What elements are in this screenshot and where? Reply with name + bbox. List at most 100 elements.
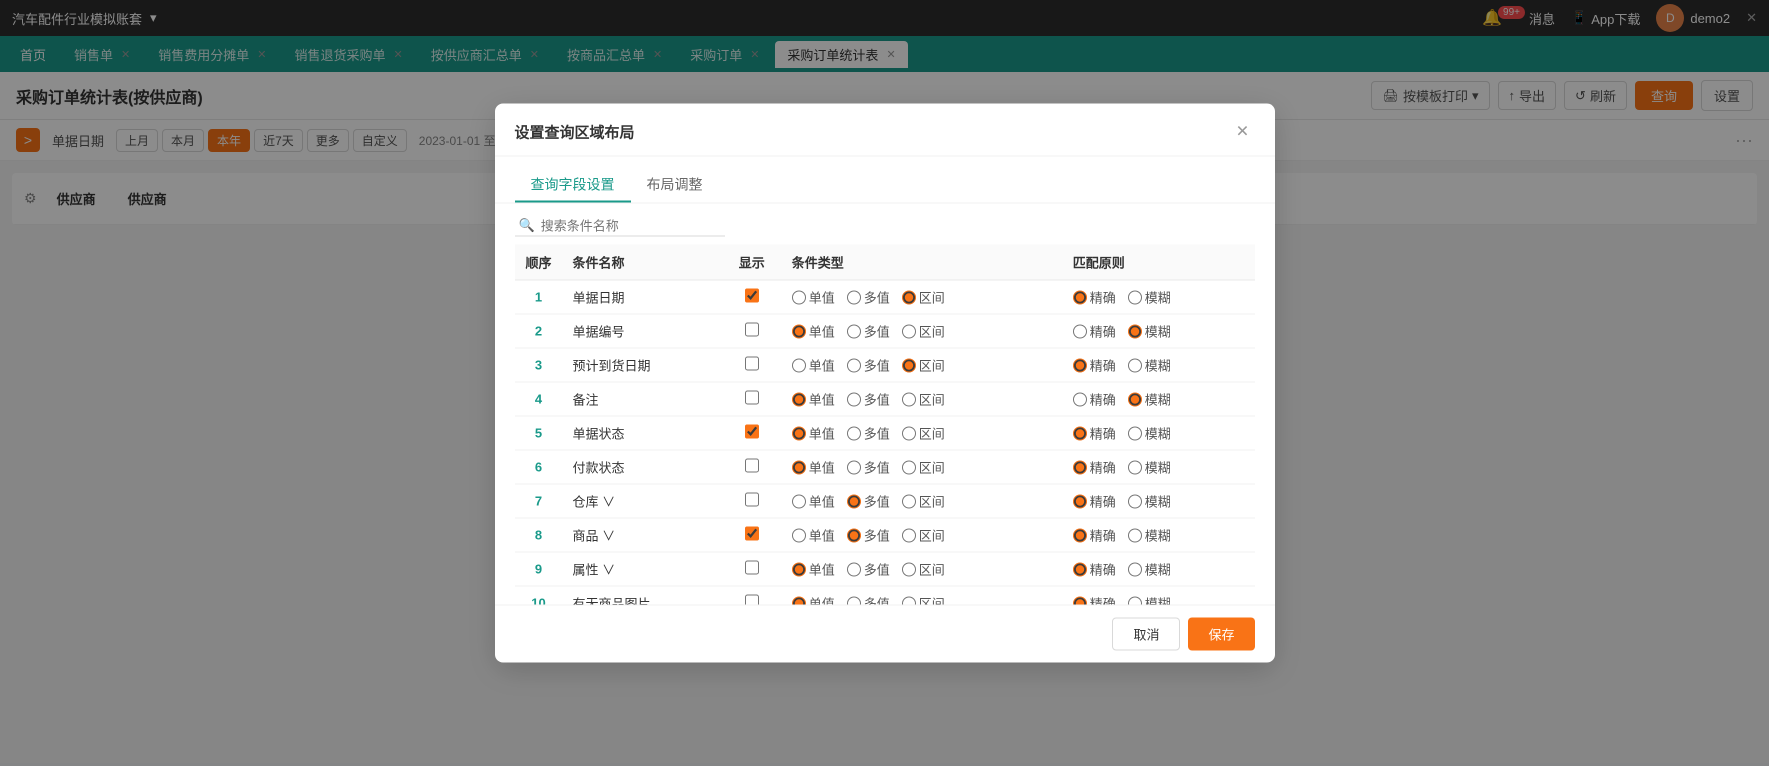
- row-name-1: 单据编号: [563, 314, 722, 348]
- row-check-9[interactable]: [722, 586, 782, 605]
- radio-type-多值-1[interactable]: 多值: [847, 322, 890, 341]
- table-row: 10有无商品图片单值多值区间精确模糊: [515, 586, 1255, 605]
- radio-type-区间-3[interactable]: 区间: [902, 390, 945, 409]
- radio-type-多值-2[interactable]: 多值: [847, 356, 890, 375]
- radio-type-区间-0[interactable]: 区间: [902, 288, 945, 307]
- row-checkbox-7[interactable]: [745, 527, 759, 541]
- row-name-3: 备注: [563, 382, 722, 416]
- radio-type-多值-7[interactable]: 多值: [847, 526, 890, 545]
- row-check-5[interactable]: [722, 450, 782, 484]
- row-check-7[interactable]: [722, 518, 782, 552]
- row-type-1: 单值多值区间: [782, 314, 1063, 348]
- row-check-8[interactable]: [722, 552, 782, 586]
- radio-type-区间-5[interactable]: 区间: [902, 458, 945, 477]
- save-label: 保存: [1208, 628, 1234, 643]
- search-input-wrapper: 🔍: [515, 216, 725, 237]
- modal-close-button[interactable]: ✕: [1231, 120, 1255, 144]
- radio-type-区间-9[interactable]: 区间: [902, 594, 945, 605]
- radio-match-模糊-3[interactable]: 模糊: [1128, 390, 1171, 409]
- table-row: 5单据状态单值多值区间精确模糊: [515, 416, 1255, 450]
- row-checkbox-4[interactable]: [745, 425, 759, 439]
- row-check-1[interactable]: [722, 314, 782, 348]
- row-name-5: 付款状态: [563, 450, 722, 484]
- radio-match-模糊-4[interactable]: 模糊: [1128, 424, 1171, 443]
- radio-type-单值-8[interactable]: 单值: [792, 560, 835, 579]
- radio-type-区间-7[interactable]: 区间: [902, 526, 945, 545]
- radio-type-区间-6[interactable]: 区间: [902, 492, 945, 511]
- radio-type-区间-8[interactable]: 区间: [902, 560, 945, 579]
- row-type-6: 单值多值区间: [782, 484, 1063, 518]
- radio-type-单值-1[interactable]: 单值: [792, 322, 835, 341]
- radio-match-精确-0[interactable]: 精确: [1073, 288, 1116, 307]
- radio-match-精确-2[interactable]: 精确: [1073, 356, 1116, 375]
- row-check-4[interactable]: [722, 416, 782, 450]
- row-check-6[interactable]: [722, 484, 782, 518]
- radio-match-精确-3[interactable]: 精确: [1073, 390, 1116, 409]
- radio-match-模糊-9[interactable]: 模糊: [1128, 594, 1171, 605]
- radio-type-单值-7[interactable]: 单值: [792, 526, 835, 545]
- row-order-7: 8: [515, 518, 563, 552]
- modal-tab-fields[interactable]: 查询字段设置: [515, 169, 631, 203]
- row-check-2[interactable]: [722, 348, 782, 382]
- radio-type-单值-4[interactable]: 单值: [792, 424, 835, 443]
- radio-type-区间-4[interactable]: 区间: [902, 424, 945, 443]
- row-order-5: 6: [515, 450, 563, 484]
- row-check-0[interactable]: [722, 280, 782, 314]
- radio-type-多值-3[interactable]: 多值: [847, 390, 890, 409]
- radio-type-单值-5[interactable]: 单值: [792, 458, 835, 477]
- row-name-2: 预计到货日期: [563, 348, 722, 382]
- radio-match-模糊-8[interactable]: 模糊: [1128, 560, 1171, 579]
- col-header-name: 条件名称: [563, 245, 722, 281]
- radio-match-精确-1[interactable]: 精确: [1073, 322, 1116, 341]
- radio-type-多值-0[interactable]: 多值: [847, 288, 890, 307]
- modal-body: 查询字段设置 布局调整 🔍 顺序 条件名称 显示 条件类型: [495, 157, 1275, 605]
- row-check-3[interactable]: [722, 382, 782, 416]
- radio-match-精确-5[interactable]: 精确: [1073, 458, 1116, 477]
- radio-match-模糊-7[interactable]: 模糊: [1128, 526, 1171, 545]
- save-button[interactable]: 保存: [1188, 618, 1254, 651]
- radio-type-单值-0[interactable]: 单值: [792, 288, 835, 307]
- radio-type-单值-3[interactable]: 单值: [792, 390, 835, 409]
- modal-search-area: 🔍: [495, 204, 1275, 245]
- modal-table-body: 1单据日期单值多值区间精确模糊2单据编号单值多值区间精确模糊3预计到货日期单值多…: [515, 280, 1255, 605]
- radio-match-模糊-2[interactable]: 模糊: [1128, 356, 1171, 375]
- radio-type-多值-6[interactable]: 多值: [847, 492, 890, 511]
- radio-match-精确-8[interactable]: 精确: [1073, 560, 1116, 579]
- radio-type-区间-1[interactable]: 区间: [902, 322, 945, 341]
- row-match-8: 精确模糊: [1063, 552, 1255, 586]
- radio-match-精确-4[interactable]: 精确: [1073, 424, 1116, 443]
- row-name-9: 有无商品图片: [563, 586, 722, 605]
- radio-match-模糊-0[interactable]: 模糊: [1128, 288, 1171, 307]
- radio-type-单值-2[interactable]: 单值: [792, 356, 835, 375]
- table-row: 7仓库 ∨单值多值区间精确模糊: [515, 484, 1255, 518]
- row-name-6: 仓库 ∨: [563, 484, 722, 518]
- radio-match-精确-9[interactable]: 精确: [1073, 594, 1116, 605]
- row-checkbox-5[interactable]: [745, 459, 759, 473]
- radio-match-模糊-1[interactable]: 模糊: [1128, 322, 1171, 341]
- radio-type-区间-2[interactable]: 区间: [902, 356, 945, 375]
- radio-type-单值-6[interactable]: 单值: [792, 492, 835, 511]
- row-checkbox-0[interactable]: [745, 289, 759, 303]
- row-checkbox-2[interactable]: [745, 357, 759, 371]
- radio-match-精确-6[interactable]: 精确: [1073, 492, 1116, 511]
- modal-footer: 取消 保存: [495, 605, 1275, 663]
- cancel-button[interactable]: 取消: [1112, 618, 1180, 651]
- row-match-7: 精确模糊: [1063, 518, 1255, 552]
- table-row: 1单据日期单值多值区间精确模糊: [515, 280, 1255, 314]
- row-checkbox-8[interactable]: [745, 561, 759, 575]
- row-checkbox-3[interactable]: [745, 391, 759, 405]
- row-checkbox-9[interactable]: [745, 595, 759, 605]
- radio-type-多值-9[interactable]: 多值: [847, 594, 890, 605]
- modal-tab-layout[interactable]: 布局调整: [631, 169, 719, 203]
- radio-match-模糊-6[interactable]: 模糊: [1128, 492, 1171, 511]
- row-checkbox-6[interactable]: [745, 493, 759, 507]
- radio-type-多值-4[interactable]: 多值: [847, 424, 890, 443]
- search-input[interactable]: [541, 218, 721, 233]
- modal-table-head: 顺序 条件名称 显示 条件类型 匹配原则: [515, 245, 1255, 281]
- radio-match-精确-7[interactable]: 精确: [1073, 526, 1116, 545]
- radio-type-单值-9[interactable]: 单值: [792, 594, 835, 605]
- row-checkbox-1[interactable]: [745, 323, 759, 337]
- radio-match-模糊-5[interactable]: 模糊: [1128, 458, 1171, 477]
- radio-type-多值-5[interactable]: 多值: [847, 458, 890, 477]
- radio-type-多值-8[interactable]: 多值: [847, 560, 890, 579]
